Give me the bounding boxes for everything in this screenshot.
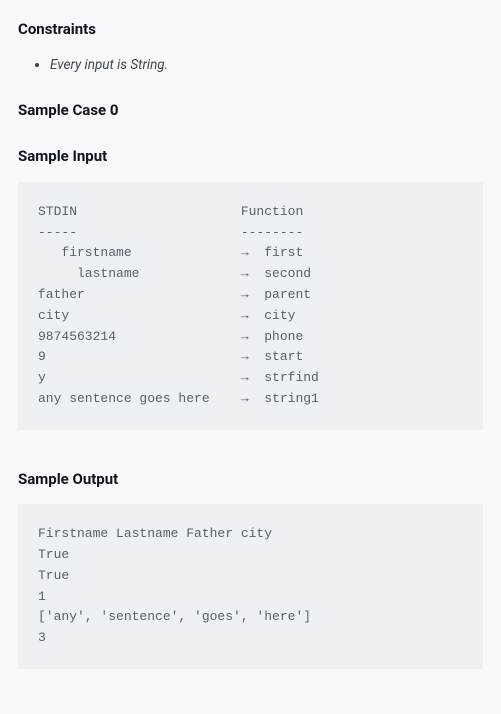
sample-input-section: Sample Input STDIN Function ----- ------…	[18, 145, 483, 429]
sample-input-code: STDIN Function ----- -------- firstname …	[18, 182, 483, 430]
sample-case-heading: Sample Case 0	[18, 99, 483, 122]
constraints-list: Every input is String.	[18, 55, 483, 75]
sample-output-code: Firstname Lastname Father city True True…	[18, 504, 483, 669]
constraints-item: Every input is String.	[50, 55, 483, 75]
sample-output-section: Sample Output Firstname Lastname Father …	[18, 468, 483, 669]
sample-output-heading: Sample Output	[18, 468, 483, 491]
constraints-section: Constraints Every input is String.	[18, 18, 483, 75]
sample-case-section: Sample Case 0	[18, 99, 483, 122]
constraints-heading: Constraints	[18, 18, 483, 41]
sample-input-heading: Sample Input	[18, 145, 483, 168]
